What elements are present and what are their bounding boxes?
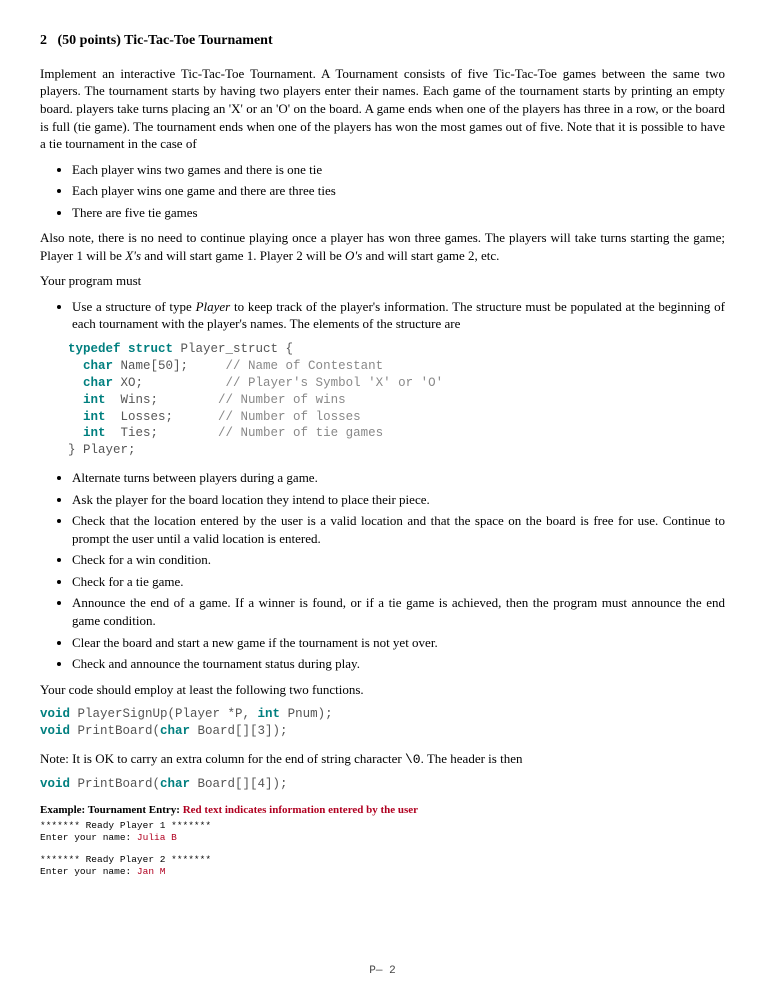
- italic-text: X's: [125, 248, 141, 263]
- text: and will start game 1. Player 2 will be: [141, 248, 345, 263]
- code-alt-header: void PrintBoard(char Board[][4]);: [40, 776, 725, 793]
- example-lead: Example: Tournament Entry:: [40, 804, 183, 816]
- section-heading: 2 (50 points) Tic-Tac-Toe Tournament: [40, 32, 725, 51]
- functions-intro: Your code should employ at least the fol…: [40, 681, 725, 699]
- intro-paragraph: Implement an interactive Tic-Tac-Toe Tou…: [40, 65, 725, 153]
- section-points: (50 points): [58, 33, 121, 48]
- inline-code: \0: [405, 752, 421, 767]
- list-item: Each player wins one game and there are …: [72, 182, 725, 200]
- example-output-2: ******* Ready Player 2 ******* Enter you…: [40, 854, 725, 878]
- tie-cases-list: Each player wins two games and there is …: [40, 161, 725, 222]
- list-item: Check and announce the tournament status…: [72, 655, 725, 673]
- italic-text: O's: [345, 248, 362, 263]
- text: Use a structure of type: [72, 299, 196, 314]
- note-paragraph: Note: It is OK to carry an extra column …: [40, 750, 725, 769]
- list-item: Alternate turns between players during a…: [72, 469, 725, 487]
- requirements-list: Use a structure of type Player to keep t…: [40, 298, 725, 333]
- text: and will start game 2, etc.: [362, 248, 499, 263]
- text: Note: It is OK to carry an extra column …: [40, 751, 405, 766]
- list-item: Announce the end of a game. If a winner …: [72, 594, 725, 629]
- section-number: 2: [40, 33, 47, 48]
- list-item: Use a structure of type Player to keep t…: [72, 298, 725, 333]
- also-note-paragraph: Also note, there is no need to continue …: [40, 229, 725, 264]
- must-intro: Your program must: [40, 272, 725, 290]
- list-item: Each player wins two games and there is …: [72, 161, 725, 179]
- example-output-1: ******* Ready Player 1 ******* Enter you…: [40, 820, 725, 844]
- list-item: Check for a tie game.: [72, 573, 725, 591]
- list-item: Clear the board and start a new game if …: [72, 634, 725, 652]
- list-item: There are five tie games: [72, 204, 725, 222]
- list-item: Check for a win condition.: [72, 551, 725, 569]
- example-red-note: Red text indicates information entered b…: [183, 804, 418, 816]
- requirements-list-cont: Alternate turns between players during a…: [40, 469, 725, 672]
- list-item: Ask the player for the board location th…: [72, 491, 725, 509]
- code-struct: typedef struct Player_struct { char Name…: [68, 341, 725, 459]
- list-item: Check that the location entered by the u…: [72, 512, 725, 547]
- italic-text: Player: [196, 299, 231, 314]
- page-footer: P— 2: [369, 964, 395, 979]
- text: . The header is then: [421, 751, 523, 766]
- example-heading: Example: Tournament Entry: Red text indi…: [40, 803, 725, 818]
- section-title-text: Tic-Tac-Toe Tournament: [124, 33, 272, 48]
- code-functions: void PlayerSignUp(Player *P, int Pnum); …: [40, 706, 725, 740]
